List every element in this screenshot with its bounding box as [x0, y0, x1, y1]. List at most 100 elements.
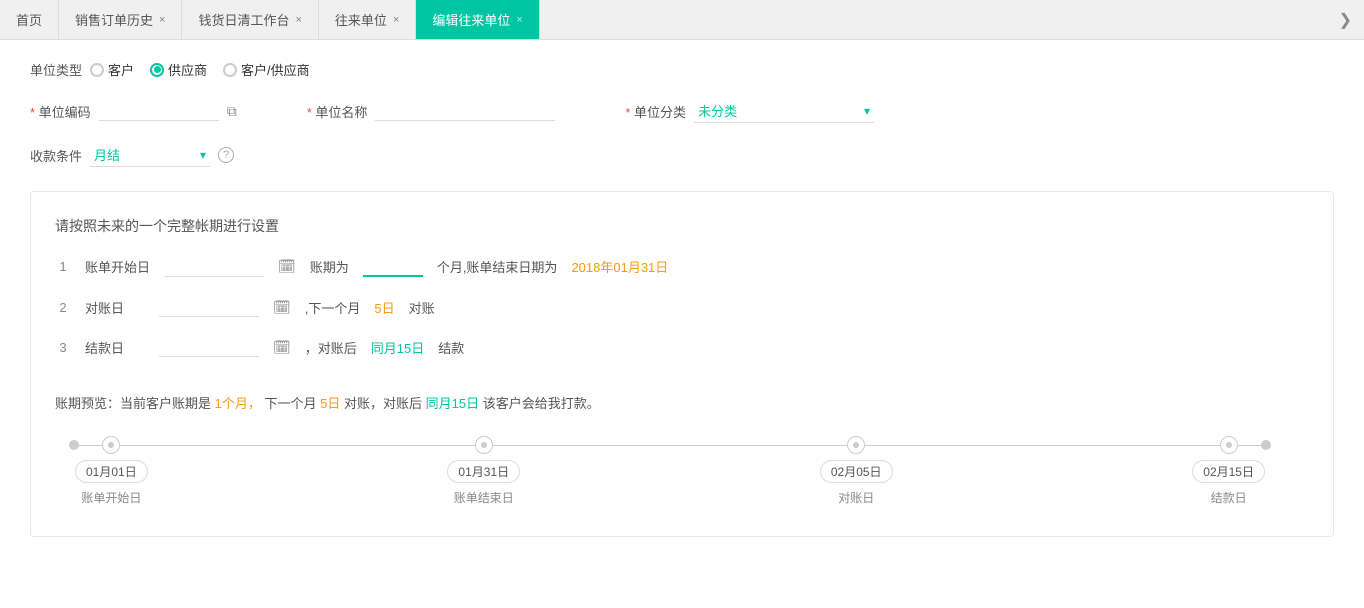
unit-type-field: 单位类型 客户 供应商 客户/供应商: [30, 60, 310, 79]
account-start-date-input[interactable]: 2018-01-01: [164, 257, 264, 277]
period-row-1-num: 1: [55, 259, 71, 274]
preview-part3-prefix: 对账，对账后: [344, 396, 422, 411]
timeline-node-3-label: 对账日: [838, 489, 874, 506]
unit-category-field: 单位分类 未分类 ▾: [625, 99, 874, 123]
tab-sales-order-history[interactable]: 销售订单历史 ×: [59, 0, 182, 39]
period-row-2-label: 对账日: [85, 298, 145, 317]
preview-part2-highlight: 5日: [320, 396, 340, 411]
timeline-container: 01月01日 账单开始日 01月31日 账单结束日: [55, 436, 1285, 506]
unit-code-input[interactable]: 000001: [99, 101, 219, 121]
period-row-2-suffix: 对账: [409, 298, 435, 317]
preview-section: 账期预览：当前客户账期是 1个月， 下一个月 5日 对账，对账后 同月15日 该…: [55, 377, 1309, 516]
radio-customer-circle: [90, 63, 104, 77]
copy-icon[interactable]: ⧉: [227, 103, 237, 120]
timeline-node-4-circle: [1220, 436, 1238, 454]
reconciliation-date-calendar-icon[interactable]: 🗓: [273, 299, 291, 316]
period-row-1-end-date: 2018年01月31日: [571, 257, 668, 276]
timeline-node-1: 01月01日 账单开始日: [75, 436, 148, 506]
radio-customer-label: 客户: [108, 60, 134, 79]
timeline-node-2-label: 账单结束日: [454, 489, 514, 506]
timeline-node-1-circle: [102, 436, 120, 454]
period-settings-box: 请按照未来的一个完整帐期进行设置 1 账单开始日 2018-01-01 🗓 账期…: [30, 191, 1334, 537]
tab-bar: 首页 销售订单历史 × 钱货日清工作台 × 往来单位 × 编辑往来单位 × ❯: [0, 0, 1364, 40]
period-row-2-prefix: ,下一个月: [305, 298, 361, 317]
unit-info-row: 单位编码 000001 ⧉ 单位名称 河南供应商22 单位分类 未分类 ▾: [30, 99, 1334, 123]
preview-label: 账期预览：当前客户账期是: [55, 396, 211, 411]
tab-partner-unit-close[interactable]: ×: [393, 14, 399, 26]
unit-category-dropdown-icon: ▾: [864, 104, 870, 118]
tab-expand-button[interactable]: ❯: [1327, 10, 1364, 30]
preview-text: 账期预览：当前客户账期是 1个月， 下一个月 5日 对账，对账后 同月15日 该…: [55, 393, 1285, 412]
tab-partner-unit-label: 往来单位: [335, 10, 387, 29]
timeline-node-2-date-box: 01月31日: [447, 460, 520, 483]
tab-partner-unit[interactable]: 往来单位 ×: [319, 0, 416, 39]
help-icon[interactable]: ?: [218, 147, 234, 163]
period-row-3-highlight: 同月15日: [371, 338, 424, 357]
tab-home-label: 首页: [16, 10, 42, 29]
period-row-3-prefix: ，对账后: [305, 338, 357, 357]
timeline-node-4-date-box: 02月15日: [1192, 460, 1265, 483]
period-row-2-num: 2: [55, 300, 71, 315]
account-start-date-calendar-icon[interactable]: 🗓: [278, 258, 296, 275]
tab-sales-order-history-label: 销售订单历史: [75, 10, 153, 29]
unit-type-label: 单位类型: [30, 60, 82, 79]
payment-terms-select[interactable]: 月结 ▾: [90, 143, 210, 167]
tab-cash-work-label: 钱货日清工作台: [198, 10, 289, 29]
reconciliation-date-input[interactable]: 2018-02-05: [159, 297, 259, 317]
period-row-2: 2 对账日 2018-02-05 🗓 ,下一个月 5日 对账: [55, 297, 1309, 317]
timeline-node-2-circle: [475, 436, 493, 454]
period-row-3-suffix: 结款: [438, 338, 464, 357]
radio-supplier-circle: [150, 63, 164, 77]
payment-date-input[interactable]: 2018-02-15: [159, 337, 259, 357]
payment-terms-dropdown-icon: ▾: [200, 148, 206, 162]
preview-part2-prefix: 下一个月: [265, 396, 317, 411]
period-title: 请按照未来的一个完整帐期进行设置: [55, 216, 1309, 236]
timeline-nodes: 01月01日 账单开始日 01月31日 账单结束日: [75, 436, 1265, 506]
timeline-node-1-label: 账单开始日: [81, 489, 141, 506]
tab-cash-work[interactable]: 钱货日清工作台 ×: [182, 0, 318, 39]
radio-both-label: 客户/供应商: [241, 60, 310, 79]
timeline-node-2: 01月31日 账单结束日: [447, 436, 520, 506]
timeline-node-2-dot: [481, 442, 487, 448]
timeline-node-1-date-box: 01月01日: [75, 460, 148, 483]
unit-type-radio-group: 客户 供应商 客户/供应商: [90, 60, 310, 79]
tab-edit-partner-unit-label: 编辑往来单位: [432, 10, 510, 29]
tab-cash-work-close[interactable]: ×: [295, 14, 301, 26]
unit-category-select[interactable]: 未分类 ▾: [694, 99, 874, 123]
payment-terms-row: 收款条件 月结 ▾ ?: [30, 143, 1334, 167]
preview-part1: 1个月，: [215, 396, 261, 411]
timeline-node-1-dot: [108, 442, 114, 448]
radio-both[interactable]: 客户/供应商: [223, 60, 310, 79]
tab-edit-partner-unit-close[interactable]: ×: [516, 14, 522, 26]
tab-home[interactable]: 首页: [0, 0, 59, 39]
period-row-3-num: 3: [55, 340, 71, 355]
payment-terms-field: 收款条件 月结 ▾ ?: [30, 143, 234, 167]
months-input[interactable]: 1: [363, 256, 423, 277]
timeline-node-4-label: 结款日: [1211, 489, 1247, 506]
period-row-1: 1 账单开始日 2018-01-01 🗓 账期为 1 个月,账单结束日期为 20…: [55, 256, 1309, 277]
unit-code-label: 单位编码: [30, 102, 91, 121]
period-row-1-suffix-before: 账期为: [310, 257, 349, 276]
preview-part4: 该客户会给我打款。: [483, 396, 600, 411]
radio-customer[interactable]: 客户: [90, 60, 134, 79]
period-row-1-suffix-after: 个月,账单结束日期为: [437, 257, 558, 276]
timeline-node-4-dot: [1226, 442, 1232, 448]
unit-name-input[interactable]: 河南供应商22: [375, 101, 555, 121]
main-content: 单位类型 客户 供应商 客户/供应商 单位编码 000001: [0, 40, 1364, 608]
period-row-3-label: 结款日: [85, 338, 145, 357]
tab-edit-partner-unit[interactable]: 编辑往来单位 ×: [416, 0, 539, 39]
payment-terms-value: 月结: [94, 145, 196, 164]
timeline-node-3-date-box: 02月05日: [820, 460, 893, 483]
radio-supplier[interactable]: 供应商: [150, 60, 207, 79]
tab-sales-order-history-close[interactable]: ×: [159, 14, 165, 26]
preview-part3-highlight: 同月15日: [426, 396, 479, 411]
timeline-node-3-dot: [853, 442, 859, 448]
unit-category-label: 单位分类: [625, 102, 686, 121]
radio-supplier-label: 供应商: [168, 60, 207, 79]
radio-both-circle: [223, 63, 237, 77]
unit-type-row: 单位类型 客户 供应商 客户/供应商: [30, 60, 1334, 79]
payment-date-calendar-icon[interactable]: 🗓: [273, 339, 291, 356]
period-row-1-label: 账单开始日: [85, 257, 150, 276]
unit-code-field: 单位编码 000001 ⧉: [30, 101, 237, 121]
period-row-2-highlight: 5日: [374, 298, 394, 317]
